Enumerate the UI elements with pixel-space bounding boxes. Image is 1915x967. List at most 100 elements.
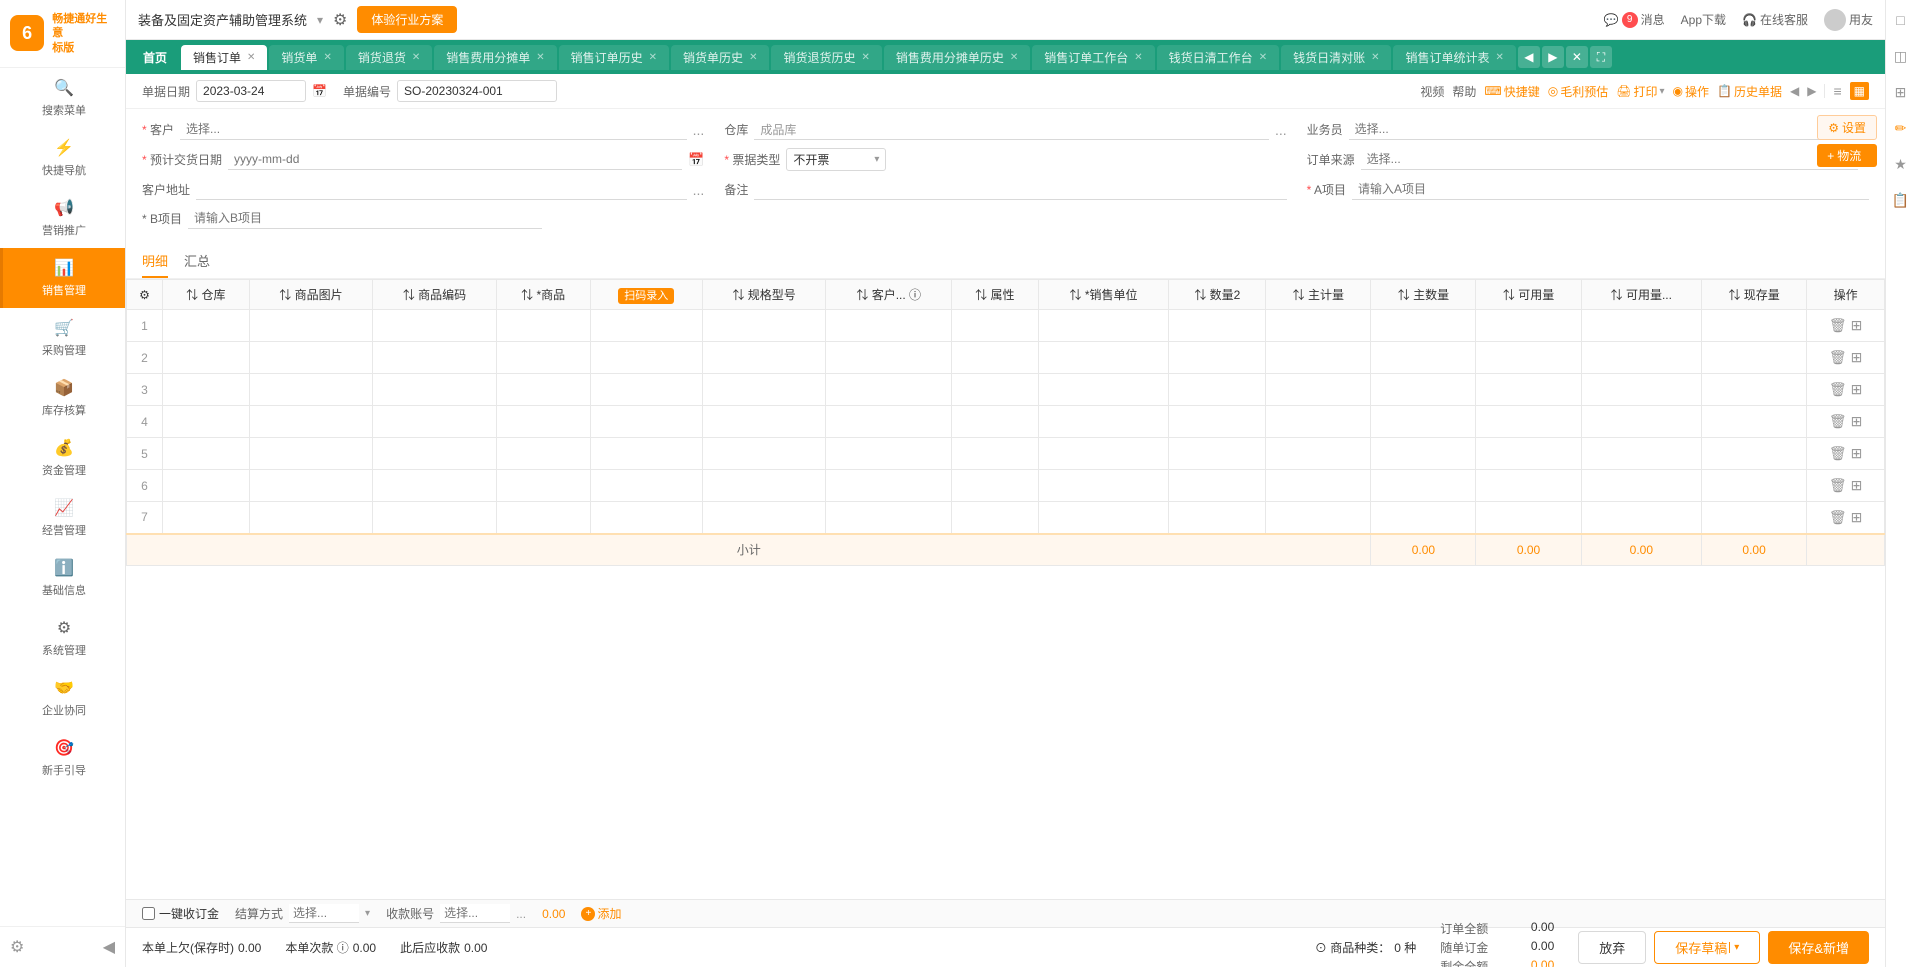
sidebar-item-1[interactable]: ⚡快捷导航 xyxy=(0,128,125,188)
tab-next-button[interactable]: ▶ xyxy=(1542,46,1564,68)
receipt-account-input[interactable] xyxy=(440,904,510,923)
row-available2[interactable] xyxy=(1581,374,1701,406)
row-main-unit[interactable] xyxy=(1266,374,1371,406)
row-product[interactable] xyxy=(496,438,590,470)
save-draft-button[interactable]: 保存草稿 ▾ xyxy=(1654,931,1760,964)
right-panel-icon-6[interactable]: 📋 xyxy=(1889,188,1913,212)
sidebar-item-11[interactable]: 🎯新手引导 xyxy=(0,728,125,788)
tab-item-11[interactable]: 钱货日清对账✕ xyxy=(1281,45,1391,70)
row-spec[interactable] xyxy=(702,406,826,438)
tab-item-8[interactable]: 销售费用分摊单历史✕ xyxy=(884,45,1030,70)
row-customer-code[interactable] xyxy=(826,342,952,374)
row-attribute[interactable] xyxy=(952,502,1039,534)
b-project-input[interactable] xyxy=(188,208,542,229)
row-customer-code[interactable] xyxy=(826,502,952,534)
invoice-type-select-wrapper[interactable]: 不开票 ▾ xyxy=(786,148,886,171)
date-input[interactable] xyxy=(196,80,306,102)
th-qty2[interactable]: ⇅ 数量2 xyxy=(1169,280,1266,310)
row-sales-unit[interactable] xyxy=(1038,470,1169,502)
order-source-input[interactable] xyxy=(1361,149,1858,170)
delivery-calendar-icon[interactable]: 📅 xyxy=(688,152,704,168)
row-copy-icon[interactable]: ⊞ xyxy=(1851,349,1863,366)
row-product-code[interactable] xyxy=(373,310,497,342)
sidebar-settings-icon[interactable]: ⚙ xyxy=(10,937,24,957)
tab-item-2[interactable]: 销货单✕ xyxy=(269,45,343,70)
row-warehouse[interactable] xyxy=(163,342,250,374)
row-current-stock[interactable] xyxy=(1702,470,1807,502)
row-attribute[interactable] xyxy=(952,406,1039,438)
row-available[interactable] xyxy=(1476,342,1581,374)
th-available[interactable]: ⇅ 可用量 xyxy=(1476,280,1581,310)
row-delete-icon[interactable]: 🗑 xyxy=(1829,317,1847,334)
tab-item-5[interactable]: 销售订单历史✕ xyxy=(559,45,669,70)
system-title-arrow[interactable]: ▾ xyxy=(317,13,323,27)
row-main-qty[interactable] xyxy=(1371,342,1476,374)
row-current-stock[interactable] xyxy=(1702,502,1807,534)
row-product-code[interactable] xyxy=(373,342,497,374)
customer-more-icon[interactable]: ... xyxy=(693,122,705,138)
row-sales-unit[interactable] xyxy=(1038,310,1169,342)
row-main-unit[interactable] xyxy=(1266,438,1371,470)
row-available[interactable] xyxy=(1476,502,1581,534)
shortcut-action[interactable]: ⌨快捷键 xyxy=(1484,83,1539,100)
tab-close-5[interactable]: ✕ xyxy=(649,52,657,63)
warehouse-input[interactable] xyxy=(754,119,1269,140)
customer-address-input[interactable] xyxy=(196,179,687,200)
row-copy-icon[interactable]: ⊞ xyxy=(1851,477,1863,494)
row-sales-unit[interactable] xyxy=(1038,438,1169,470)
tab-close-3[interactable]: ✕ xyxy=(412,52,420,63)
row-product-code[interactable] xyxy=(373,406,497,438)
sidebar-item-8[interactable]: ℹ️基础信息 xyxy=(0,548,125,608)
list-view-icon[interactable]: ≡ xyxy=(1833,83,1841,99)
row-current-stock[interactable] xyxy=(1702,438,1807,470)
row-spec[interactable] xyxy=(702,374,826,406)
discard-button[interactable]: 放弃 xyxy=(1578,931,1646,964)
row-available2[interactable] xyxy=(1581,310,1701,342)
row-main-qty[interactable] xyxy=(1371,502,1476,534)
sidebar-item-4[interactable]: 🛒采购管理 xyxy=(0,308,125,368)
row-delete-icon[interactable]: 🗑 xyxy=(1829,349,1847,366)
row-delete-icon[interactable]: 🗑 xyxy=(1829,445,1847,462)
row-product[interactable] xyxy=(496,310,590,342)
tab-close-7[interactable]: ✕ xyxy=(861,52,869,63)
th-customer-code[interactable]: ⇅ 客户... ⓘ xyxy=(826,280,952,310)
tab-close-4[interactable]: ✕ xyxy=(536,52,544,63)
row-current-stock[interactable] xyxy=(1702,342,1807,374)
row-qty2[interactable] xyxy=(1169,502,1266,534)
row-product-code[interactable] xyxy=(373,502,497,534)
app-download-link[interactable]: App下载 xyxy=(1681,11,1726,28)
tab-prev-button[interactable]: ◀ xyxy=(1518,46,1540,68)
order-no-input[interactable] xyxy=(397,80,557,102)
row-spec[interactable] xyxy=(702,310,826,342)
sidebar-item-6[interactable]: 💰资金管理 xyxy=(0,428,125,488)
row-qty2[interactable] xyxy=(1169,310,1266,342)
row-qty2[interactable] xyxy=(1169,438,1266,470)
row-copy-icon[interactable]: ⊞ xyxy=(1851,445,1863,462)
row-product[interactable] xyxy=(496,374,590,406)
user-avatar[interactable]: 用友 xyxy=(1824,9,1873,31)
topbar-settings-icon[interactable]: ⚙ xyxy=(333,10,347,30)
row-current-stock[interactable] xyxy=(1702,310,1807,342)
th-attribute[interactable]: ⇅ 属性 xyxy=(952,280,1039,310)
row-warehouse[interactable] xyxy=(163,406,250,438)
grid-view-icon[interactable]: ▦ xyxy=(1850,82,1869,100)
row-attribute[interactable] xyxy=(952,374,1039,406)
calendar-icon[interactable]: 📅 xyxy=(312,84,327,98)
add-button[interactable]: + 添加 xyxy=(581,905,621,922)
payment-method-arrow[interactable]: ▾ xyxy=(365,908,370,919)
tab-item-3[interactable]: 销货退货✕ xyxy=(346,45,432,70)
tab-close-8[interactable]: ✕ xyxy=(1010,52,1018,63)
row-delete-icon[interactable]: 🗑 xyxy=(1829,381,1847,398)
row-spec[interactable] xyxy=(702,470,826,502)
history-action[interactable]: 📋历史单据 xyxy=(1717,83,1782,100)
row-copy-icon[interactable]: ⊞ xyxy=(1851,317,1863,334)
right-panel-icon-3[interactable]: ⊞ xyxy=(1889,80,1913,104)
tab-summary[interactable]: 汇总 xyxy=(184,247,210,278)
tab-detail[interactable]: 明细 xyxy=(142,247,168,278)
row-product-code[interactable] xyxy=(373,438,497,470)
right-panel-icon-1[interactable]: □ xyxy=(1889,8,1913,32)
nav-arrow-right[interactable]: ▶ xyxy=(1807,84,1816,98)
row-qty2[interactable] xyxy=(1169,406,1266,438)
tab-item-1[interactable]: 销售订单✕ xyxy=(181,45,267,70)
row-main-unit[interactable] xyxy=(1266,310,1371,342)
